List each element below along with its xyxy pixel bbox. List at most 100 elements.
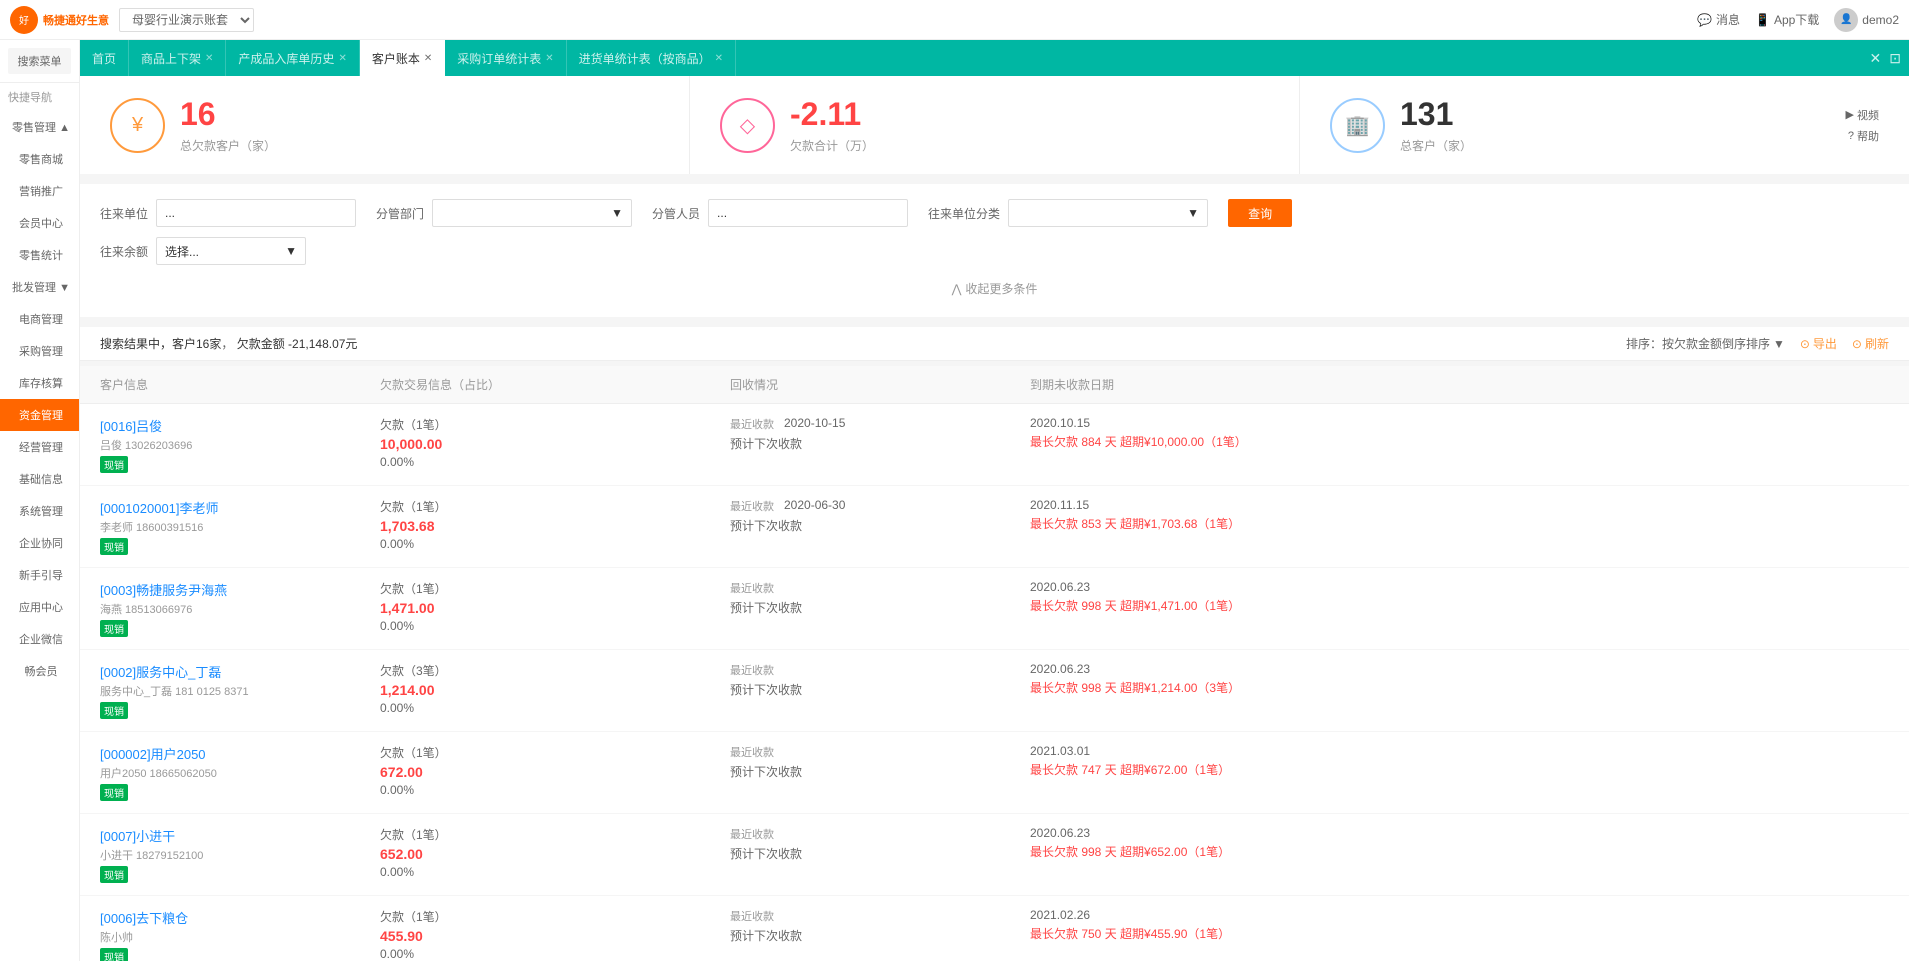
customer-cell-2: [0001020001]李老师 李老师 18600391516 现销 [100, 498, 380, 555]
export-btn[interactable]: ⊙ 导出 [1800, 335, 1837, 352]
search-menu-btn[interactable]: 搜索菜单 [8, 48, 71, 74]
sidebar-item-operations[interactable]: 经营管理 [0, 431, 79, 463]
diamond-icon: ◇ [720, 98, 775, 153]
sidebar-item-enterprise[interactable]: 企业协同 [0, 527, 79, 559]
logo-text: 畅捷通好生意 [43, 12, 109, 28]
debt-amount-3: 1,471.00 [380, 600, 730, 616]
sidebar-item-wholesale[interactable]: 批发管理 ▼ [0, 271, 79, 303]
staff-input[interactable]: ... [708, 199, 908, 227]
overdue-date-2: 2020.11.15 [1030, 498, 1889, 512]
from-unit-input[interactable]: ... [156, 199, 356, 227]
overdue-date-6: 2020.06.23 [1030, 826, 1889, 840]
sidebar-item-ecommerce[interactable]: 电商管理 [0, 303, 79, 335]
sidebar-item-retail-mgmt[interactable]: 零售管理 ▲ [0, 111, 79, 143]
sidebar-item-newbie[interactable]: 新手引导 [0, 559, 79, 591]
debt-count-1: 欠款（1笔） [380, 416, 730, 433]
tab-customer-account[interactable]: 客户账本 ✕ [360, 40, 445, 76]
tab-production-close[interactable]: ✕ [338, 53, 346, 64]
tab-stock-close[interactable]: ✕ [715, 53, 723, 64]
tab-close-all-btn[interactable]: ✕ [1870, 50, 1882, 67]
table-row: [0007]小进干 小进干 18279152100 现销 欠款（1笔） 652.… [80, 814, 1909, 896]
overdue-days-4: 最长欠款 998 天 超期¥1,214.00（3笔） [1030, 679, 1889, 696]
overdue-date-3: 2020.06.23 [1030, 580, 1889, 594]
debt-cell-7: 欠款（1笔） 455.90 0.00% [380, 908, 730, 961]
dept-select[interactable]: ▼ [432, 199, 632, 227]
filter-row-1: 往来单位 ... 分管部门 ▼ 分管人员 [100, 199, 1889, 227]
help-btn[interactable]: ? 帮助 [1848, 128, 1879, 144]
customer-cell-5: [000002]用户2050 用户2050 18665062050 现销 [100, 744, 380, 801]
sidebar-item-basic-info[interactable]: 基础信息 [0, 463, 79, 495]
sort-btn[interactable]: 排序：按欠款金额倒序排序 ▼ [1626, 335, 1785, 352]
stat-icon-diamond: ◇ [720, 98, 775, 153]
return-row-5a: 最近收款 [730, 744, 1030, 760]
debt-cell-5: 欠款（1笔） 672.00 0.00% [380, 744, 730, 797]
customer-name-1: [0016]吕俊 [100, 416, 380, 435]
stat-icon-building: 🏢 [1330, 98, 1385, 153]
debt-amount-6: 652.00 [380, 846, 730, 862]
customer-phone-5: 用户2050 18665062050 [100, 765, 380, 781]
tab-products-off[interactable]: 商品上下架 ✕ [129, 40, 226, 76]
video-btn[interactable]: ▶ 视频 [1846, 107, 1879, 123]
remaining-label: 往来余额 [100, 243, 148, 260]
tab-customer-close[interactable]: ✕ [424, 53, 432, 64]
search-btn[interactable]: 查询 [1228, 199, 1292, 227]
tab-purchase-close[interactable]: ✕ [545, 53, 553, 64]
overdue-cell-4: 2020.06.23 最长欠款 998 天 超期¥1,214.00（3笔） [1030, 662, 1889, 696]
company-selector[interactable]: 母婴行业演示账套 [119, 8, 254, 32]
app-download-btn[interactable]: 📱 App下载 [1755, 11, 1819, 28]
tab-products-off-close[interactable]: ✕ [205, 53, 213, 64]
tab-purchase-stats[interactable]: 采购订单统计表 ✕ [445, 40, 566, 76]
sidebar-item-apps[interactable]: 应用中心 [0, 591, 79, 623]
main-layout: 搜索菜单 快捷导航 零售管理 ▲ 零售商城 营销推广 会员中心 零售统计 批发管… [0, 40, 1909, 961]
return-cell-7: 最近收款 预计下次收款 [730, 908, 1030, 944]
table-row: [0003]畅捷服务尹海燕 海燕 18513066976 现销 欠款（1笔） 1… [80, 568, 1909, 650]
debt-percent-5: 0.00% [380, 783, 730, 797]
debt-amount-number: -2.11 [790, 96, 874, 133]
stat-card-debt-amount: ◇ -2.11 欠款合计（万） [690, 76, 1300, 174]
tab-fullscreen-btn[interactable]: ⊡ [1889, 50, 1901, 67]
sidebar-item-retail-shop[interactable]: 零售商城 [0, 143, 79, 175]
return-row-5b: 预计下次收款 [730, 763, 1030, 780]
debt-cell-1: 欠款（1笔） 10,000.00 0.00% [380, 416, 730, 469]
overdue-days-7: 最长欠款 750 天 超期¥455.90（1笔） [1030, 925, 1889, 942]
tab-bar: 首页 商品上下架 ✕ 产成品入库单历史 ✕ 客户账本 ✕ 采购订单统计表 ✕ 进… [80, 40, 1909, 76]
sidebar-item-finance[interactable]: 资金管理 [0, 399, 79, 431]
sidebar-item-corp-wechat[interactable]: 企业微信 [0, 623, 79, 655]
tab-production-history[interactable]: 产成品入库单历史 ✕ [226, 40, 359, 76]
debt-count-2: 欠款（1笔） [380, 498, 730, 515]
chevron-down-icon-2: ▼ [1187, 206, 1199, 220]
customer-phone-3: 海燕 18513066976 [100, 601, 380, 617]
message-btn[interactable]: 💬 消息 [1697, 11, 1740, 28]
debt-percent-4: 0.00% [380, 701, 730, 715]
user-profile[interactable]: 👤 demo2 [1834, 8, 1899, 32]
sidebar-item-purchase[interactable]: 采购管理 [0, 335, 79, 367]
remaining-select[interactable]: 选择... ▼ [156, 237, 306, 265]
debt-customers-label: 总欠款客户（家） [180, 137, 276, 154]
sidebar-item-retail-stats[interactable]: 零售统计 [0, 239, 79, 271]
export-icon: ⊙ [1800, 337, 1810, 351]
sidebar-item-member[interactable]: 会员中心 [0, 207, 79, 239]
debt-amount-4: 1,214.00 [380, 682, 730, 698]
sidebar-item-marketing[interactable]: 营销推广 [0, 175, 79, 207]
overdue-days-5: 最长欠款 747 天 超期¥672.00（1笔） [1030, 761, 1889, 778]
overdue-cell-1: 2020.10.15 最长欠款 884 天 超期¥10,000.00（1笔） [1030, 416, 1889, 450]
sidebar-item-inventory[interactable]: 库存核算 [0, 367, 79, 399]
return-cell-6: 最近收款 预计下次收款 [730, 826, 1030, 862]
sidebar-item-vip[interactable]: 畅会员 [0, 655, 79, 687]
return-row-2a: 最近收款 2020-06-30 [730, 498, 1030, 514]
customer-tag-2: 现销 [100, 538, 128, 555]
collapse-btn[interactable]: ⋀ 收起更多条件 [100, 275, 1889, 302]
debt-percent-7: 0.00% [380, 947, 730, 961]
refresh-btn[interactable]: ⊙ 刷新 [1852, 335, 1889, 352]
phone-icon: 📱 [1755, 13, 1770, 27]
table-row: [0006]去下粮仓 陈小帅 现销 欠款（1笔） 455.90 0.00% 最近… [80, 896, 1909, 961]
debt-count-4: 欠款（3笔） [380, 662, 730, 679]
sidebar-item-system[interactable]: 系统管理 [0, 495, 79, 527]
customer-name-6: [0007]小进干 [100, 826, 380, 845]
top-right: 💬 消息 📱 App下载 👤 demo2 [1697, 8, 1899, 32]
tab-home[interactable]: 首页 [80, 40, 129, 76]
filter-section: 往来单位 ... 分管部门 ▼ 分管人员 [80, 184, 1909, 317]
tab-stock-stats[interactable]: 进货单统计表（按商品） ✕ [567, 40, 736, 76]
overdue-days-1: 最长欠款 884 天 超期¥10,000.00（1笔） [1030, 433, 1889, 450]
unit-category-select[interactable]: ▼ [1008, 199, 1208, 227]
